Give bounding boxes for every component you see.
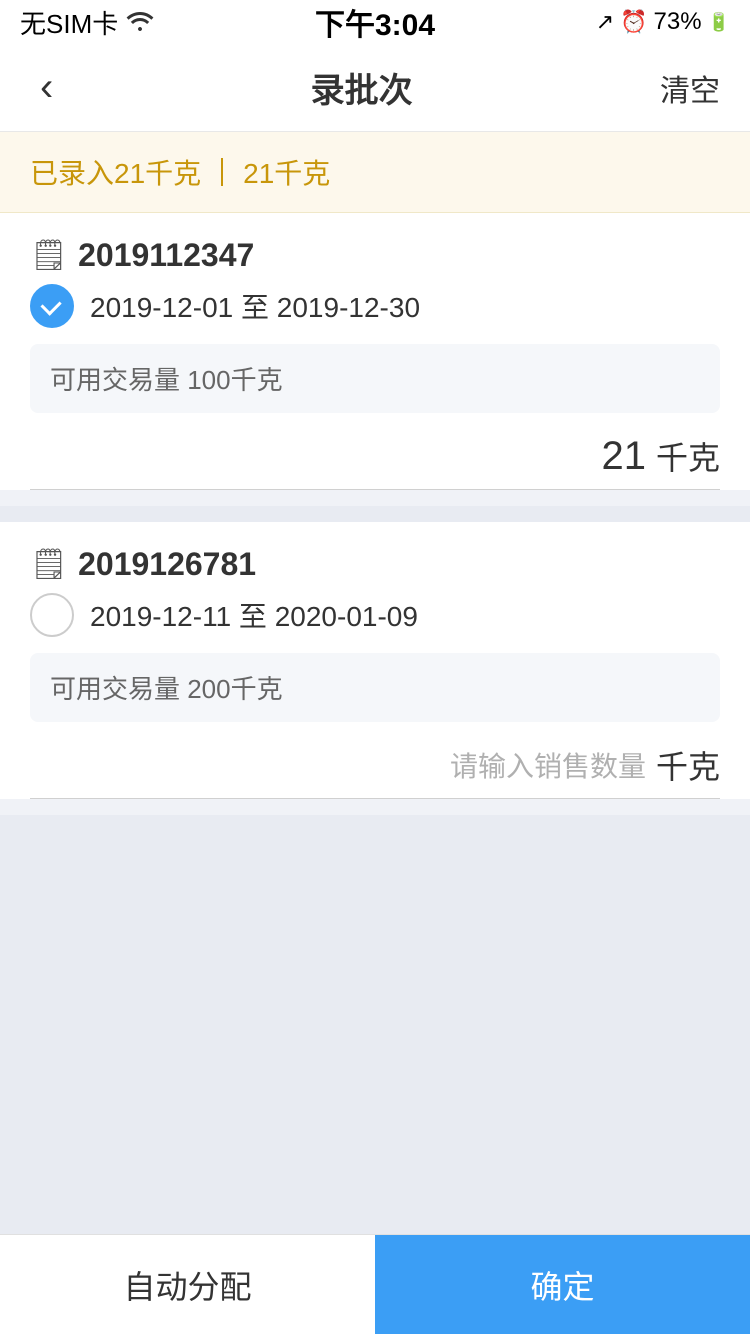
batch2-date: 2019-12-11 至 2020-01-09 bbox=[90, 595, 418, 635]
batch2-number: 2019126781 bbox=[78, 546, 256, 583]
status-right: ↗ ⏰ 73% 🔋 bbox=[596, 8, 730, 36]
batch1-date-row: 2019-12-01 至 2019-12-30 bbox=[30, 284, 720, 328]
batch1-amount-value: 21 bbox=[601, 434, 646, 479]
clear-button[interactable]: 清空 bbox=[660, 66, 720, 110]
summary-divider bbox=[221, 158, 223, 186]
summary-bar: 已录入21千克 21千克 bbox=[0, 132, 750, 213]
battery-icon: 🔋 bbox=[708, 12, 730, 33]
batch2-date-row: 2019-12-11 至 2020-01-09 bbox=[30, 593, 720, 637]
page-title: 录批次 bbox=[311, 63, 413, 112]
confirm-button[interactable]: 确定 bbox=[375, 1235, 750, 1334]
batch2-header: 🗒 2019126781 bbox=[30, 546, 720, 583]
batch1-available: 可用交易量 100千克 bbox=[30, 344, 720, 413]
status-time: 下午3:04 bbox=[315, 0, 435, 44]
batch2-input-row[interactable]: 请输入销售数量 千克 bbox=[0, 722, 750, 788]
nav-bar: ‹ 录批次 清空 bbox=[0, 44, 750, 132]
batch1-amount-unit: 千克 bbox=[656, 433, 720, 479]
carrier-label: 无SIM卡 bbox=[20, 4, 118, 41]
summary-label: 已录入21千克 bbox=[30, 152, 201, 192]
batch1-header: 🗒 2019112347 bbox=[30, 237, 720, 274]
batch2-available: 可用交易量 200千克 bbox=[30, 653, 720, 722]
gray-area bbox=[0, 815, 750, 1255]
battery-label: 73% bbox=[654, 8, 702, 36]
batch2-input-unit: 千克 bbox=[656, 742, 720, 788]
batch2-radio[interactable] bbox=[30, 593, 74, 637]
batch-item-1: 🗒 2019112347 2019-12-01 至 2019-12-30 可用交… bbox=[0, 213, 750, 490]
batch-item-2: 🗒 2019126781 2019-12-11 至 2020-01-09 可用交… bbox=[0, 522, 750, 799]
status-left: 无SIM卡 bbox=[20, 4, 154, 41]
back-button[interactable]: ‹ bbox=[30, 55, 63, 120]
bottom-bar: 自动分配 确定 bbox=[0, 1234, 750, 1334]
batch2-underline bbox=[30, 798, 720, 799]
batch2-icon: 🗒 bbox=[30, 547, 68, 582]
batch1-number: 2019112347 bbox=[78, 237, 254, 274]
wifi-icon bbox=[126, 7, 154, 38]
location-icon: ↗ bbox=[596, 9, 614, 35]
status-bar: 无SIM卡 下午3:04 ↗ ⏰ 73% 🔋 bbox=[0, 0, 750, 44]
section-divider bbox=[0, 506, 750, 522]
batch1-radio[interactable] bbox=[30, 284, 74, 328]
auto-distribute-button[interactable]: 自动分配 bbox=[0, 1235, 375, 1334]
alarm-icon: ⏰ bbox=[620, 9, 647, 35]
batch1-underline bbox=[30, 489, 720, 490]
summary-value: 21千克 bbox=[243, 152, 330, 192]
batch1-icon: 🗒 bbox=[30, 238, 68, 273]
batch1-amount-row: 21 千克 bbox=[0, 413, 750, 479]
batch2-input-placeholder: 请输入销售数量 bbox=[450, 745, 646, 785]
batch1-date: 2019-12-01 至 2019-12-30 bbox=[90, 286, 420, 326]
